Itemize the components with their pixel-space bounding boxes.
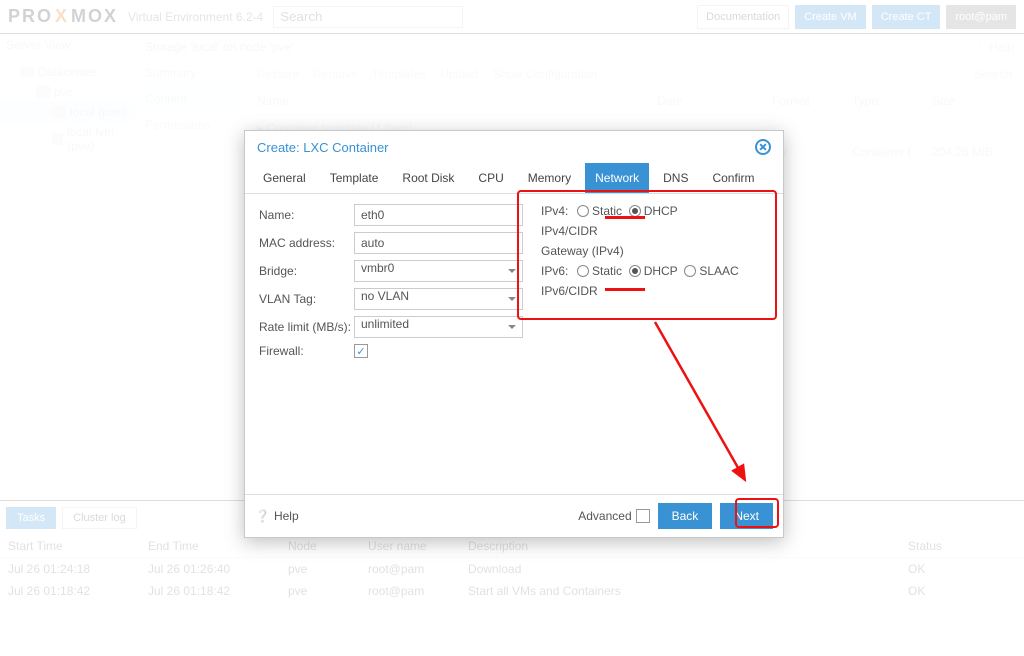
wizard-tab-dns[interactable]: DNS (653, 163, 698, 193)
ipv6-slaac-label: SLAAC (699, 264, 738, 278)
rate-label: Rate limit (MB/s): (259, 320, 354, 334)
sidebar-view-selector[interactable]: Server View (0, 34, 134, 58)
modal-help-button[interactable]: ❔ Help (255, 509, 299, 523)
bridge-select[interactable]: vmbr0 (354, 260, 523, 282)
col-format[interactable]: Format (772, 94, 852, 108)
ipv6-label: IPv6: (541, 264, 577, 278)
ipv4-gw-label: Gateway (IPv4) (541, 244, 769, 258)
tcol-status[interactable]: Status (908, 539, 988, 553)
task-row[interactable]: Jul 26 01:24:18 Jul 26 01:26:40 pve root… (0, 558, 1024, 580)
name-label: Name: (259, 208, 354, 222)
vlan-label: VLAN Tag: (259, 292, 354, 306)
modal-close-button[interactable] (755, 139, 771, 155)
ipv6-dhcp-label: DHCP (644, 264, 678, 278)
col-type[interactable]: Type (852, 94, 932, 108)
ipv6-slaac-radio[interactable] (684, 265, 696, 277)
ipv4-static-radio[interactable] (577, 205, 589, 217)
bottom-tab-cluster-log[interactable]: Cluster log (62, 507, 137, 529)
wizard-tab-network[interactable]: Network (585, 163, 649, 193)
node-icon (36, 86, 50, 98)
vlan-select[interactable]: no VLAN (354, 288, 523, 310)
tcol-user[interactable]: User name (368, 539, 468, 553)
rate-select[interactable]: unlimited (354, 316, 523, 338)
ipv6-static-radio[interactable] (577, 265, 589, 277)
storage-icon (52, 106, 66, 118)
cell-size: 204.28 MiB (932, 145, 1012, 159)
iface-name-input[interactable] (354, 204, 523, 226)
wizard-tab-general[interactable]: General (253, 163, 316, 193)
toolbar-templates[interactable]: Templates (372, 67, 427, 81)
storage-tab-content[interactable]: Content (135, 86, 244, 112)
create-ct-button[interactable]: Create CT (872, 5, 941, 29)
mac-input[interactable] (354, 232, 523, 254)
wizard-tab-template[interactable]: Template (320, 163, 389, 193)
tcol-start[interactable]: Start Time (8, 539, 148, 553)
server-icon (20, 66, 34, 78)
wizard-tab-rootdisk[interactable]: Root Disk (392, 163, 464, 193)
next-button[interactable]: Next (720, 503, 773, 529)
modal-title: Create: LXC Container (257, 140, 389, 155)
ipv4-label: IPv4: (541, 204, 577, 218)
tcol-node[interactable]: Node (288, 539, 368, 553)
advanced-toggle[interactable]: Advanced ✓ (578, 509, 649, 523)
col-date[interactable]: Date (657, 94, 772, 108)
tcol-desc[interactable]: Description (468, 539, 908, 553)
breadcrumb: Storage 'local' on node 'pve' (145, 40, 294, 54)
cell-format: tgz (772, 145, 852, 159)
toolbar-restore[interactable]: Restore (257, 67, 299, 81)
toolbar-remove[interactable]: Remove (313, 67, 358, 81)
toolbar-search-label: Search (974, 67, 1012, 81)
col-name[interactable]: Name (257, 94, 657, 108)
tree-node-pve[interactable]: pve (0, 82, 134, 102)
ipv4-cidr-label: IPv4/CIDR (541, 224, 769, 238)
task-row[interactable]: Jul 26 01:18:42 Jul 26 01:18:42 pve root… (0, 580, 1024, 602)
ipv6-cidr-label: IPv6/CIDR (541, 284, 769, 298)
tree-storage-local-lvm[interactable]: local-lvm (pve) (0, 122, 134, 156)
brand-logo: PROXMOX (8, 6, 118, 27)
firewall-checkbox[interactable]: ✓ (354, 344, 368, 358)
cell-type: Container t (852, 145, 932, 159)
bottom-tab-tasks[interactable]: Tasks (6, 507, 56, 529)
ipv4-dhcp-label: DHCP (644, 204, 678, 218)
create-vm-button[interactable]: Create VM (795, 5, 866, 29)
wizard-tab-confirm[interactable]: Confirm (702, 163, 764, 193)
ipv6-static-label: Static (592, 264, 622, 278)
toolbar-upload[interactable]: Upload (440, 67, 478, 81)
bridge-label: Bridge: (259, 264, 354, 278)
mac-label: MAC address: (259, 236, 354, 250)
storage-tab-permissions[interactable]: Permissions (135, 112, 244, 138)
storage-tab-summary[interactable]: Summary (135, 60, 244, 86)
panel-help-button[interactable]: ❔ Help (971, 40, 1014, 54)
global-search-input[interactable] (273, 6, 463, 28)
tree-storage-local[interactable]: local (pve) (0, 102, 134, 122)
wizard-tab-memory[interactable]: Memory (518, 163, 581, 193)
ipv6-dhcp-radio[interactable] (629, 265, 641, 277)
create-lxc-modal: Create: LXC Container General Template R… (244, 130, 784, 538)
storage-icon (52, 133, 63, 145)
toolbar-show-config[interactable]: Show Configuration (492, 67, 597, 81)
wizard-tab-cpu[interactable]: CPU (468, 163, 513, 193)
tcol-end[interactable]: End Time (148, 539, 288, 553)
col-size[interactable]: Size (932, 94, 1012, 108)
version-label: Virtual Environment 6.2-4 (128, 10, 263, 24)
documentation-button[interactable]: Documentation (697, 5, 789, 29)
firewall-label: Firewall: (259, 344, 354, 358)
user-menu-button[interactable]: root@pam (946, 5, 1016, 29)
back-button[interactable]: Back (658, 503, 713, 529)
tree-datacenter[interactable]: Datacenter (0, 62, 134, 82)
